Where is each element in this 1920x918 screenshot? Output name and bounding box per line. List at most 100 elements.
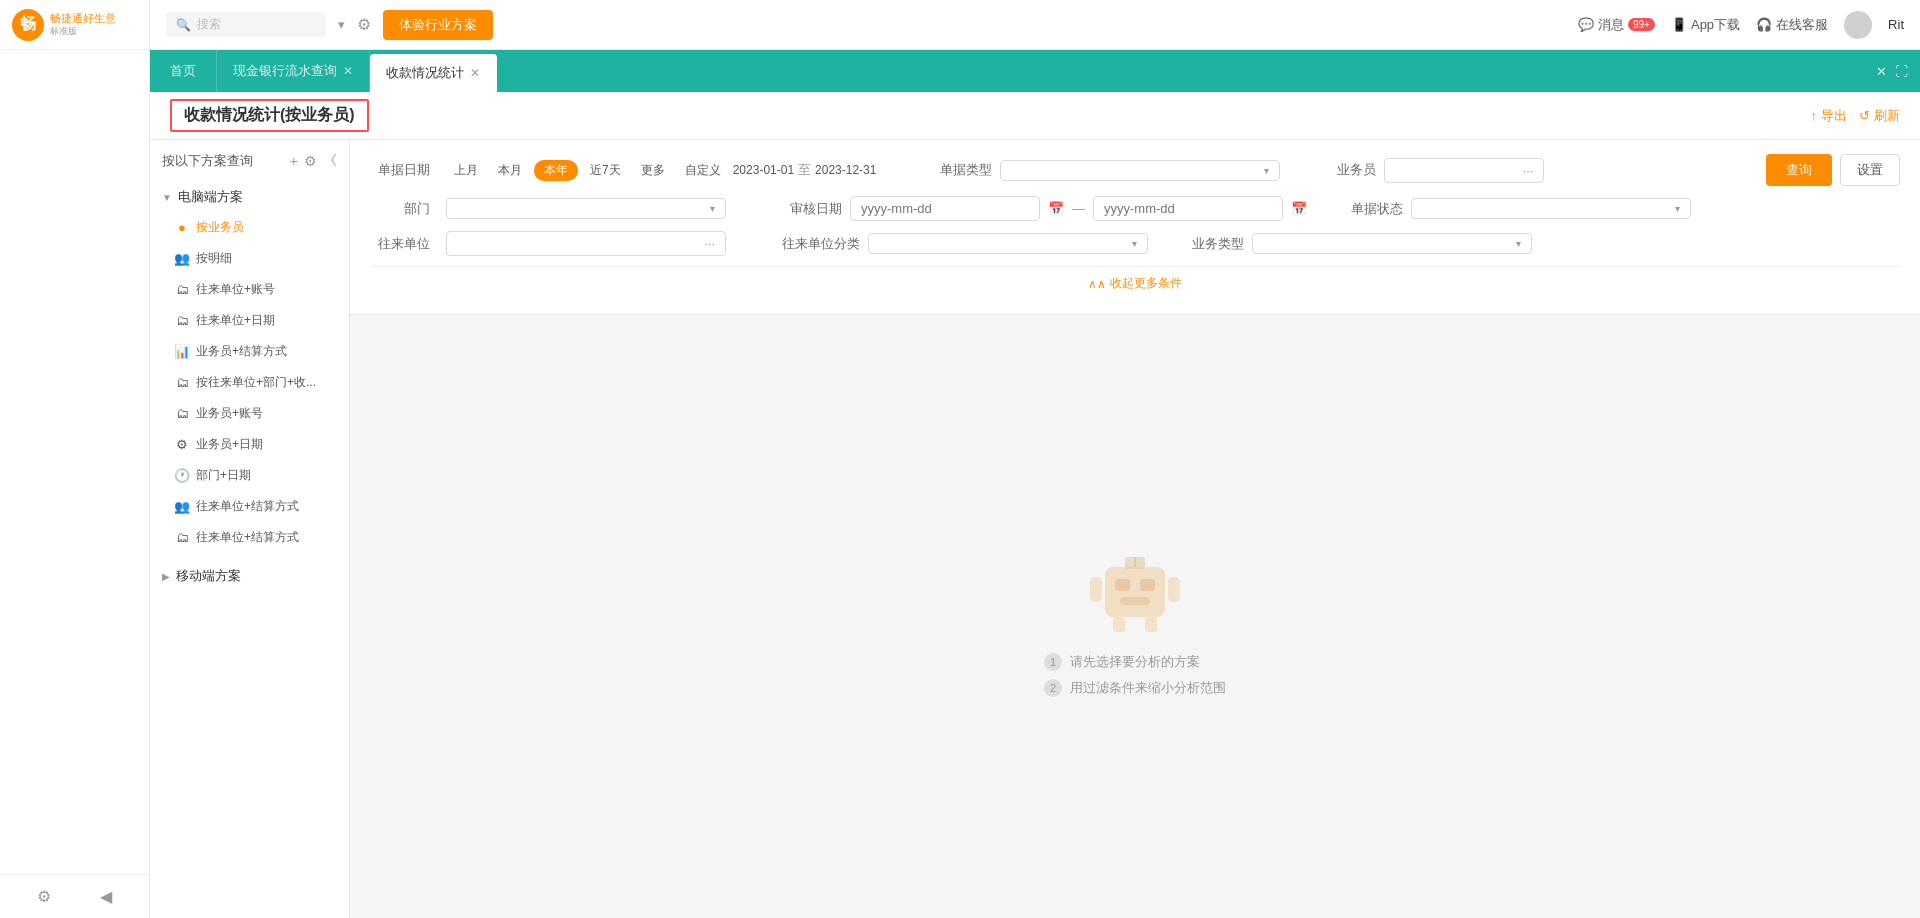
dept-select[interactable]: ▾ [446, 198, 726, 219]
calendar-icon-1[interactable]: 📅 [1048, 201, 1064, 216]
filter-area: 单据日期 上月 本月 本年 近7天 更多 自定义 2023-01-01 至 20… [350, 140, 1920, 315]
search-text: 搜索 [197, 16, 221, 33]
svg-rect-1 [1115, 579, 1130, 591]
svg-rect-2 [1140, 579, 1155, 591]
left-panel: 按以下方案查询 + ⚙ 《 ▼ 电脑端方案 ● 按业务员 [150, 140, 350, 918]
collapse-bar[interactable]: ∧∧ 收起更多条件 [370, 266, 1900, 300]
tab-home[interactable]: 首页 [150, 50, 217, 92]
tab-bank-flow-label: 现金银行流水查询 [233, 62, 337, 80]
tab-bank-flow-close[interactable]: ✕ [343, 64, 353, 78]
svg-rect-9 [1145, 617, 1157, 632]
mobile-section-header[interactable]: ▶ 移动端方案 [150, 561, 349, 591]
dept-date-icon: 🕐 [174, 468, 190, 483]
settings-footer-icon[interactable]: ⚙ [37, 887, 51, 906]
collapse-sidebar-icon[interactable]: ◀‌‌ [100, 887, 112, 906]
salesman-label: 业务员 [1316, 161, 1376, 179]
query-btn[interactable]: 查询 [1766, 154, 1832, 186]
main-area: 🔍 搜索 ▾ ⚙ 体验行业方案 💬 消息 99+ 📱 App下载 🎧 在线客服 [150, 0, 1920, 918]
tree-item-dept-date[interactable]: 🕐 部门+日期 [150, 460, 349, 491]
shortcut-last-7-days[interactable]: 近7天 [582, 160, 629, 181]
tabbar: 首页 现金银行流水查询 ✕ 收款情况统计 ✕ ✕ ⛶ [150, 50, 1920, 92]
voucher-status-label: 单据状态 [1343, 200, 1403, 218]
tree-item-counterpart-settlement2[interactable]: 🗂 往来单位+结算方式 [150, 522, 349, 553]
counterpart-label: 往来单位 [370, 235, 430, 253]
window-expand-icon[interactable]: ⛶ [1895, 64, 1908, 79]
shortcut-this-year[interactable]: 本年 [534, 160, 578, 181]
message-btn[interactable]: 💬 消息 99+ [1578, 16, 1655, 34]
tab-receipt-stats[interactable]: 收款情况统计 ✕ [370, 54, 497, 92]
tree-item-counterpart-settlement1[interactable]: 👥 往来单位+结算方式 [150, 491, 349, 522]
hint-num-2: 2 [1044, 679, 1062, 697]
search-icon: 🔍 [176, 18, 191, 32]
topbar-search[interactable]: 🔍 搜索 [166, 12, 326, 37]
add-scheme-btn[interactable]: + [290, 153, 298, 169]
settings-btn[interactable]: 设置 [1840, 154, 1900, 186]
shortcut-this-month[interactable]: 本月 [490, 160, 530, 181]
panel-collapse-btn[interactable]: 《 [323, 152, 337, 170]
online-service-btn[interactable]: 🎧 在线客服 [1756, 16, 1828, 34]
user-avatar[interactable] [1844, 11, 1872, 39]
refresh-icon: ↺ [1859, 108, 1870, 123]
app-download-btn[interactable]: 📱 App下载 [1671, 16, 1740, 34]
tree-item-by-detail[interactable]: 👥 按明细 [150, 243, 349, 274]
voucher-type-select[interactable]: ▾ [1000, 160, 1280, 181]
audit-date-start-input[interactable] [850, 196, 1040, 221]
export-icon: ↑ [1811, 108, 1818, 123]
voucher-type-arrow: ▾ [1264, 165, 1269, 176]
app-download-label: App下载 [1691, 16, 1740, 34]
sidebar-nav [0, 50, 149, 874]
tree-item-counterpart-date[interactable]: 🗂 往来单位+日期 [150, 305, 349, 336]
shortcut-custom[interactable]: 自定义 [677, 160, 729, 181]
logo-text: 畅捷通好生意 [50, 11, 116, 25]
counterpart-date-label: 往来单位+日期 [196, 312, 275, 329]
tree-item-counterpart-account[interactable]: 🗂 往来单位+账号 [150, 274, 349, 305]
tree-item-salesman-account[interactable]: 🗂 业务员+账号 [150, 398, 349, 429]
hint-text-2: 用过滤条件来缩小分析范围 [1070, 679, 1226, 697]
date-label: 单据日期 [370, 161, 430, 179]
counterpart-select[interactable]: ··· [446, 231, 726, 256]
cp-settlement2-icon: 🗂 [174, 530, 190, 545]
counterpart-category-label: 往来单位分类 [782, 235, 860, 253]
svg-rect-8 [1113, 617, 1125, 632]
shortcut-last-month[interactable]: 上月 [446, 160, 486, 181]
counterpart-account-label: 往来单位+账号 [196, 281, 275, 298]
robot-illustration [1075, 537, 1195, 637]
empty-illustration: 1 请先选择要分析的方案 2 用过滤条件来缩小分析范围 [1044, 537, 1226, 697]
calendar-icon-2[interactable]: 📅 [1291, 201, 1307, 216]
topbar-settings-icon[interactable]: ⚙ [357, 15, 371, 34]
desktop-section-header[interactable]: ▼ 电脑端方案 [150, 182, 349, 212]
export-btn[interactable]: ↑ 导出 [1811, 107, 1848, 125]
voucher-status-arrow: ▾ [1675, 203, 1680, 214]
message-label: 消息 [1598, 16, 1624, 34]
annotation-overlay [350, 315, 500, 615]
salesman-select[interactable]: ··· [1384, 158, 1544, 183]
voucher-status-select[interactable]: ▾ [1411, 198, 1691, 219]
refresh-btn[interactable]: ↺ 刷新 [1859, 107, 1900, 125]
collapse-icon: ∧∧ [1088, 277, 1106, 291]
tree-item-salesman-settlement[interactable]: 📊 业务员+结算方式 [150, 336, 349, 367]
desktop-section-label: 电脑端方案 [178, 188, 243, 206]
tree-item-by-salesman[interactable]: ● 按业务员 [150, 212, 349, 243]
tree-item-counterpart-dept[interactable]: 🗂 按往来单位+部门+收... [150, 367, 349, 398]
scheme-settings-btn[interactable]: ⚙ [304, 153, 317, 169]
salesman-date-label: 业务员+日期 [196, 436, 263, 453]
audit-date-end-input[interactable] [1093, 196, 1283, 221]
username-label: Rit [1888, 17, 1904, 32]
collapse-label: 收起更多条件 [1110, 275, 1182, 292]
dept-date-label: 部门+日期 [196, 467, 251, 484]
hint-item-2: 2 用过滤条件来缩小分析范围 [1044, 679, 1226, 697]
topbar-chevron-icon[interactable]: ▾ [338, 17, 345, 32]
tab-bank-flow[interactable]: 现金银行流水查询 ✕ [217, 50, 370, 92]
shortcut-more[interactable]: 更多 [633, 160, 673, 181]
tree-item-salesman-date[interactable]: ⚙ 业务员+日期 [150, 429, 349, 460]
business-type-label: 业务类型 [1184, 235, 1244, 253]
trial-btn[interactable]: 体验行业方案 [383, 10, 493, 40]
counterpart-dept-icon: 🗂 [174, 375, 190, 390]
salesman-settlement-label: 业务员+结算方式 [196, 343, 287, 360]
counterpart-category-select[interactable]: ▾ [868, 233, 1148, 254]
business-type-select[interactable]: ▾ [1252, 233, 1532, 254]
tab-receipt-stats-close[interactable]: ✕ [470, 66, 480, 80]
empty-hints: 1 请先选择要分析的方案 2 用过滤条件来缩小分析范围 [1044, 653, 1226, 697]
window-close-icon[interactable]: ✕ [1876, 64, 1887, 79]
counterpart-more-icon[interactable]: ··· [704, 236, 715, 251]
